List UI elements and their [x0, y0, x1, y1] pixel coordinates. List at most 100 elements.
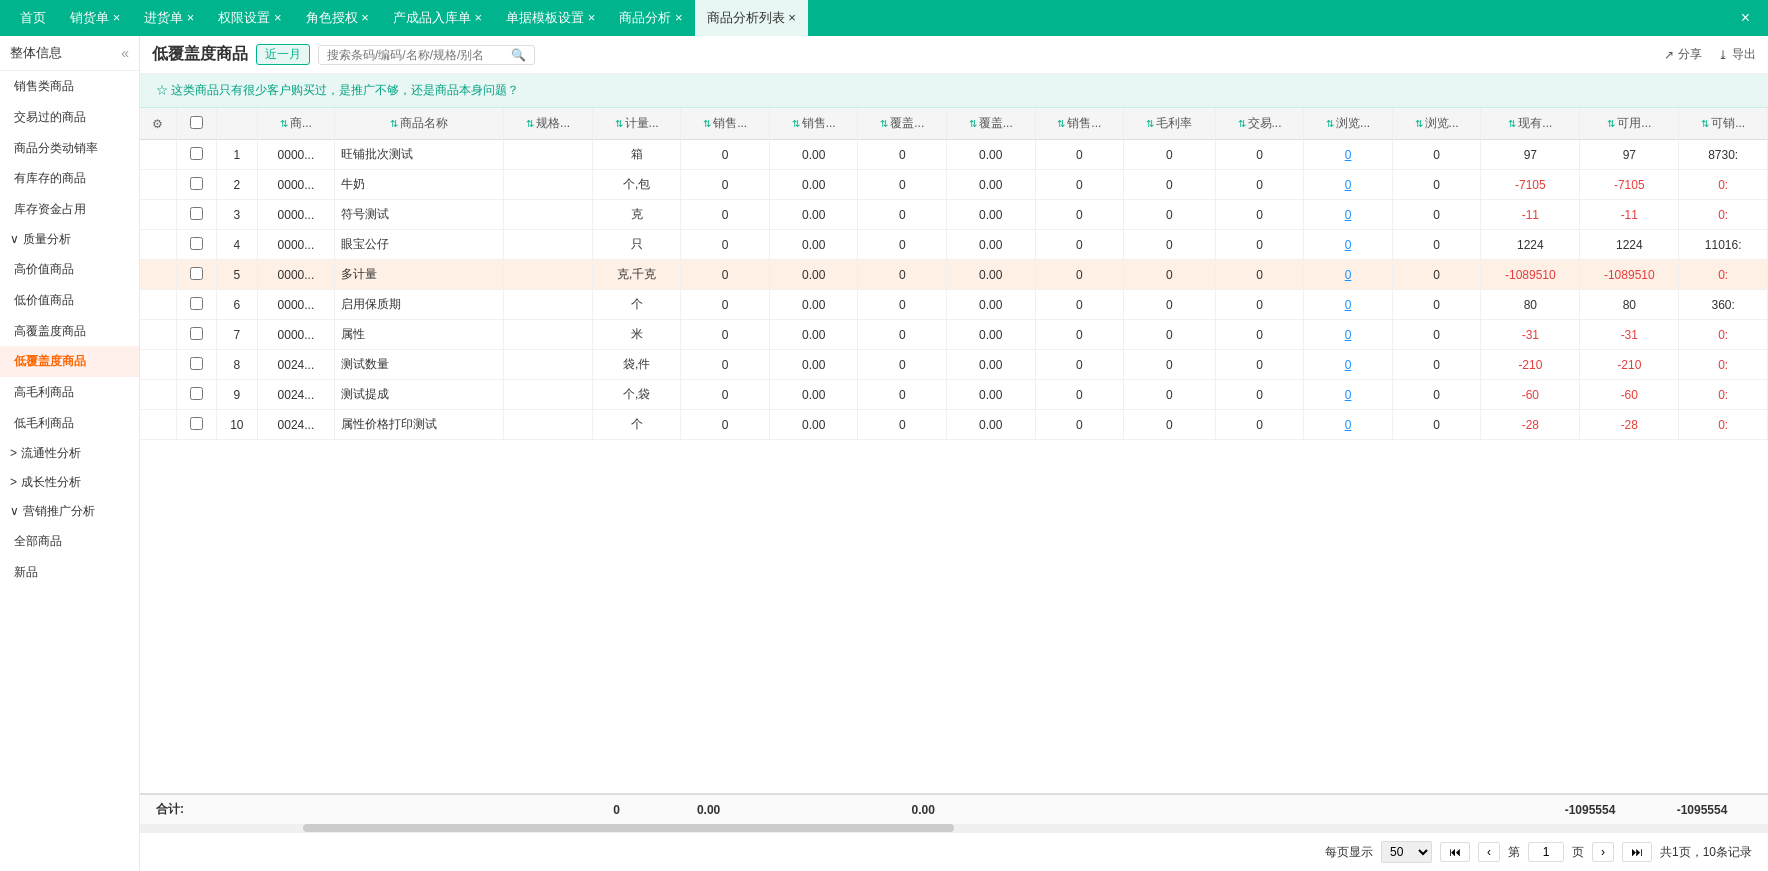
td-browse1[interactable]: 0 — [1304, 290, 1393, 320]
browse-link[interactable]: 0 — [1345, 238, 1352, 252]
td-browse1[interactable]: 0 — [1304, 350, 1393, 380]
row-checkbox[interactable] — [190, 237, 203, 250]
nav-templates[interactable]: 单据模板设置 × — [494, 0, 607, 36]
th-sales-amt[interactable]: ⇅销售... — [769, 108, 858, 140]
td-browse1[interactable]: 0 — [1304, 380, 1393, 410]
td-browse1[interactable]: 0 — [1304, 410, 1393, 440]
row-checkbox[interactable] — [190, 147, 203, 160]
prev-page-button[interactable]: ‹ — [1478, 842, 1500, 862]
th-unit[interactable]: ⇅计量... — [592, 108, 681, 140]
td-unit: 箱 — [592, 140, 681, 170]
td-checkbox — [176, 170, 216, 200]
sidebar-item-high-value[interactable]: 高价值商品 — [0, 254, 139, 285]
sidebar-item-all-goods[interactable]: 全部商品 — [0, 526, 139, 557]
window-close-button[interactable]: × — [1731, 9, 1760, 27]
th-browse2[interactable]: ⇅浏览... — [1392, 108, 1481, 140]
select-all-checkbox[interactable] — [190, 116, 203, 129]
td-browse1[interactable]: 0 — [1304, 320, 1393, 350]
nav-permissions[interactable]: 权限设置 × — [206, 0, 293, 36]
browse-link[interactable]: 0 — [1345, 268, 1352, 282]
last-page-button[interactable]: ⏭ — [1622, 842, 1652, 862]
row-checkbox[interactable] — [190, 207, 203, 220]
th-sales-val[interactable]: ⇅销售... — [1035, 108, 1124, 140]
td-coverage2: 0.00 — [947, 380, 1036, 410]
sidebar-item-capital-occupy[interactable]: 库存资金占用 — [0, 194, 139, 225]
sidebar-group-marketing[interactable]: ∨ 营销推广分析 — [0, 497, 139, 526]
td-browse1[interactable]: 0 — [1304, 260, 1393, 290]
next-page-button[interactable]: › — [1592, 842, 1614, 862]
th-sellable[interactable]: ⇅可销... — [1679, 108, 1768, 140]
export-button[interactable]: ⤓ 导出 — [1718, 46, 1756, 63]
th-coverage1[interactable]: ⇅覆盖... — [858, 108, 947, 140]
sidebar-item-low-profit[interactable]: 低毛利商品 — [0, 408, 139, 439]
th-browse1[interactable]: ⇅浏览... — [1304, 108, 1393, 140]
td-sku-code: 0024... — [257, 350, 334, 380]
td-browse1[interactable]: 0 — [1304, 140, 1393, 170]
th-name[interactable]: ⇅商品名称 — [335, 108, 504, 140]
td-browse1[interactable]: 0 — [1304, 170, 1393, 200]
th-gross-margin[interactable]: ⇅毛利率 — [1124, 108, 1216, 140]
row-checkbox[interactable] — [190, 297, 203, 310]
th-settings[interactable]: ⚙ — [140, 108, 176, 140]
nav-analysis-list[interactable]: 商品分析列表 × — [695, 0, 808, 36]
row-checkbox[interactable] — [190, 417, 203, 430]
td-coverage2: 0.00 — [947, 170, 1036, 200]
td-settings — [140, 170, 176, 200]
nav-home[interactable]: 首页 — [8, 0, 58, 36]
td-browse1[interactable]: 0 — [1304, 200, 1393, 230]
th-current-stock[interactable]: ⇅现有... — [1481, 108, 1580, 140]
row-checkbox[interactable] — [190, 387, 203, 400]
td-rownum: 8 — [216, 350, 257, 380]
row-checkbox[interactable] — [190, 177, 203, 190]
sidebar-item-has-inventory[interactable]: 有库存的商品 — [0, 163, 139, 194]
th-trade-count[interactable]: ⇅交易... — [1215, 108, 1304, 140]
sidebar-item-sales-category[interactable]: 销售类商品 — [0, 71, 139, 102]
nav-roles[interactable]: 角色授权 × — [294, 0, 381, 36]
td-sales-val: 0 — [1035, 260, 1124, 290]
browse-link[interactable]: 0 — [1345, 298, 1352, 312]
sidebar-item-sales-dynamic[interactable]: 商品分类动销率 — [0, 133, 139, 164]
sidebar-group-quality[interactable]: ∨ 质量分析 — [0, 225, 139, 254]
per-page-select[interactable]: 50 100 200 — [1381, 841, 1432, 863]
th-coverage2[interactable]: ⇅覆盖... — [947, 108, 1036, 140]
nav-products[interactable]: 产成品入库单 × — [381, 0, 494, 36]
td-coverage2: 0.00 — [947, 410, 1036, 440]
th-spec[interactable]: ⇅规格... — [504, 108, 593, 140]
page-input[interactable] — [1528, 842, 1564, 862]
td-current-stock: -1089510 — [1481, 260, 1580, 290]
th-sales-qty[interactable]: ⇅销售... — [681, 108, 770, 140]
browse-link[interactable]: 0 — [1345, 208, 1352, 222]
td-browse1[interactable]: 0 — [1304, 230, 1393, 260]
th-sku-code[interactable]: ⇅商... — [257, 108, 334, 140]
th-available-stock[interactable]: ⇅可用... — [1580, 108, 1679, 140]
browse-link[interactable]: 0 — [1345, 328, 1352, 342]
browse-link[interactable]: 0 — [1345, 388, 1352, 402]
time-tag-button[interactable]: 近一月 — [256, 44, 310, 65]
sidebar-item-traded[interactable]: 交易过的商品 — [0, 102, 139, 133]
browse-link[interactable]: 0 — [1345, 358, 1352, 372]
sidebar-toggle-button[interactable]: « — [121, 45, 129, 61]
sidebar-item-high-coverage[interactable]: 高覆盖度商品 — [0, 316, 139, 347]
browse-link[interactable]: 0 — [1345, 418, 1352, 432]
sidebar-item-low-value[interactable]: 低价值商品 — [0, 285, 139, 316]
column-settings-icon[interactable]: ⚙ — [152, 117, 163, 131]
td-sku-code: 0000... — [257, 320, 334, 350]
row-checkbox[interactable] — [190, 327, 203, 340]
td-available-stock: 97 — [1580, 140, 1679, 170]
browse-link[interactable]: 0 — [1345, 148, 1352, 162]
nav-purchase[interactable]: 进货单 × — [132, 0, 206, 36]
first-page-button[interactable]: ⏮ — [1440, 842, 1470, 862]
search-input[interactable] — [327, 48, 507, 62]
row-checkbox[interactable] — [190, 267, 203, 280]
sidebar-group-flow[interactable]: > 流通性分析 — [0, 439, 139, 468]
share-button[interactable]: ↗ 分享 — [1664, 46, 1702, 63]
browse-link[interactable]: 0 — [1345, 178, 1352, 192]
sidebar-item-new-goods[interactable]: 新品 — [0, 557, 139, 588]
nav-analysis[interactable]: 商品分析 × — [607, 0, 694, 36]
sidebar-item-high-profit[interactable]: 高毛利商品 — [0, 377, 139, 408]
sidebar-header: 整体信息 « — [0, 36, 139, 71]
row-checkbox[interactable] — [190, 357, 203, 370]
sidebar-group-growth[interactable]: > 成长性分析 — [0, 468, 139, 497]
nav-sales[interactable]: 销货单 × — [58, 0, 132, 36]
sidebar-item-low-coverage[interactable]: 低覆盖度商品 — [0, 346, 139, 377]
